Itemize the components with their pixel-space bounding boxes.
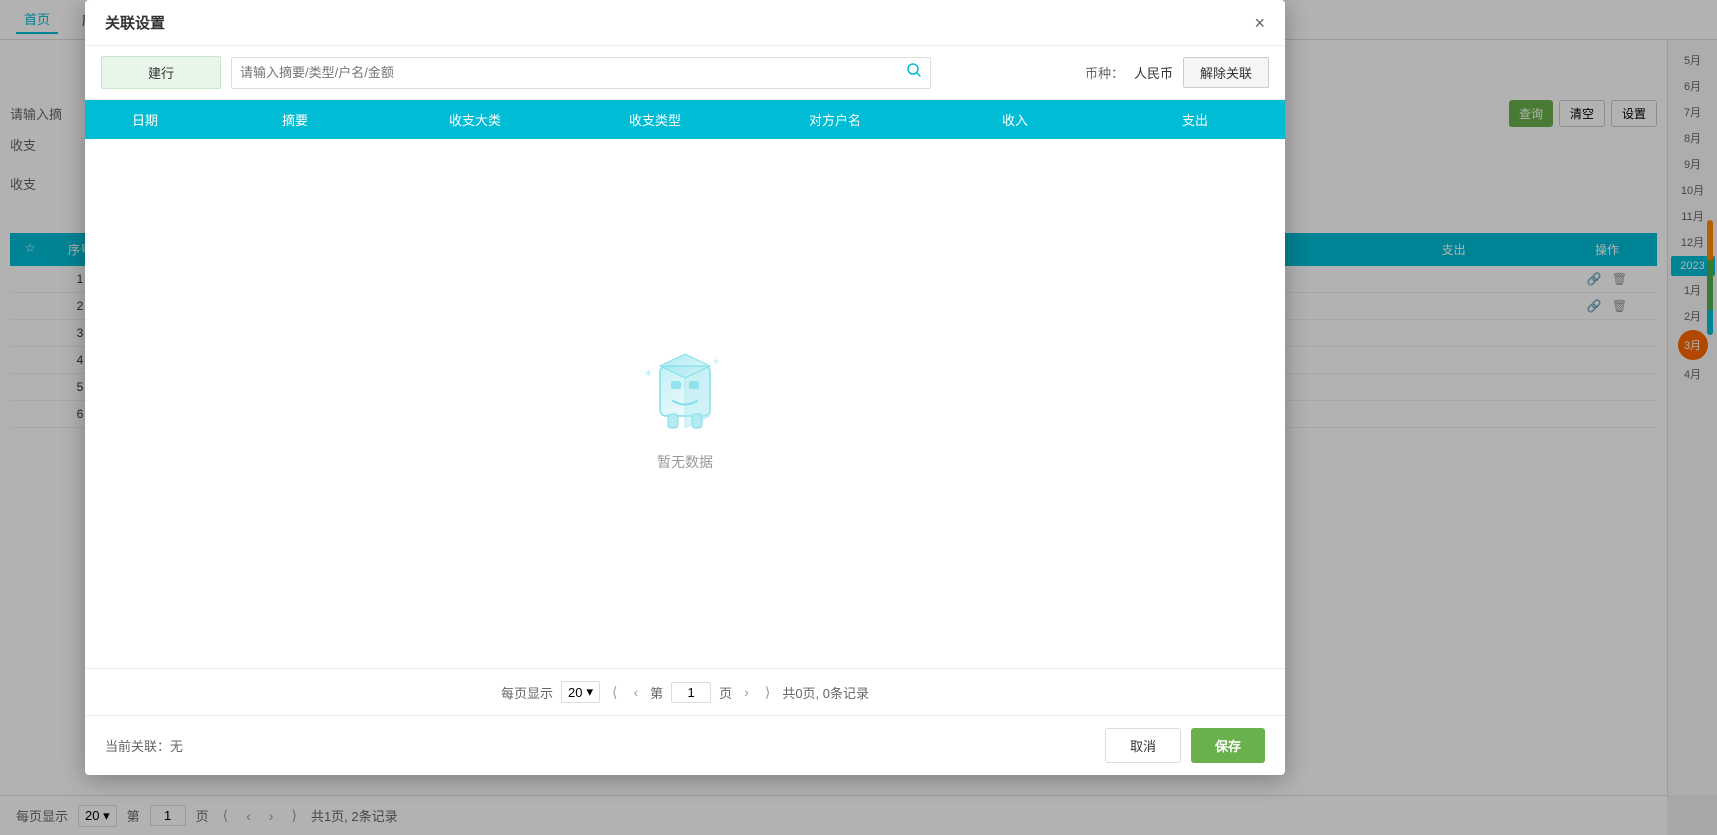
last-page-button[interactable]: ⟩ [761, 682, 774, 703]
modal-currency-value: 人民币 [1134, 63, 1173, 82]
page-label: 第 [650, 683, 663, 702]
col-expense: 支出 [1105, 100, 1285, 139]
col-summary: 摘要 [205, 100, 385, 139]
modal-table-body: ❄ ❄ 暂无数据 [85, 139, 1285, 668]
search-input-wrapper [231, 57, 931, 89]
cancel-button[interactable]: 取消 [1105, 728, 1181, 763]
empty-icon: ❄ ❄ [635, 336, 735, 436]
current-link-label: 当前关联：无 [105, 736, 183, 755]
modal-footer: 当前关联：无 取消 保存 [85, 715, 1285, 775]
modal-currency-label: 币种： [1085, 63, 1124, 82]
empty-state: ❄ ❄ 暂无数据 [635, 336, 735, 472]
svg-text:❄: ❄ [713, 358, 719, 366]
footer-buttons: 取消 保存 [1105, 728, 1265, 763]
svg-text:❄: ❄ [645, 369, 652, 378]
modal-header: 关联设置 × [85, 0, 1285, 46]
first-page-button[interactable]: ⟨ [608, 682, 621, 703]
col-income: 收入 [925, 100, 1105, 139]
next-page-button[interactable]: › [740, 682, 753, 702]
col-party: 对方户名 [745, 100, 925, 139]
page-total: 共0页, 0条记录 [782, 683, 869, 702]
modal-close-button[interactable]: × [1254, 14, 1265, 32]
unlink-button[interactable]: 解除关联 [1183, 57, 1269, 88]
bank-tab-ccb[interactable]: 建行 [101, 56, 221, 89]
modal-table-header: 日期 摘要 收支大类 收支类型 对方户名 收入 支出 [85, 100, 1285, 139]
col-category: 收支大类 [385, 100, 565, 139]
per-page-select[interactable]: 20 ▾ [561, 681, 600, 703]
modal-dialog: 关联设置 × 建行 币种： 人民币 解除关联 日期 摘要 [85, 0, 1285, 775]
col-type: 收支类型 [565, 100, 745, 139]
col-date: 日期 [85, 100, 205, 139]
page-number-input[interactable] [671, 682, 711, 703]
per-page-value: 20 [568, 685, 582, 700]
modal-search-row: 建行 币种： 人民币 解除关联 [85, 46, 1285, 100]
page-suffix: 页 [719, 683, 732, 702]
modal-title: 关联设置 [105, 12, 165, 33]
per-page-dropdown-icon: ▾ [586, 684, 593, 700]
per-page-label: 每页显示 [501, 683, 553, 702]
modal-body: 建行 币种： 人民币 解除关联 日期 摘要 收支大类 收支类型 对方户名 收 [85, 46, 1285, 715]
save-button[interactable]: 保存 [1191, 728, 1265, 763]
prev-page-button[interactable]: ‹ [629, 682, 642, 702]
modal-search-input[interactable] [240, 65, 906, 80]
empty-text: 暂无数据 [657, 452, 713, 472]
modal-pagination: 每页显示 20 ▾ ⟨ ‹ 第 页 › ⟩ 共0页, 0条记录 [85, 668, 1285, 715]
search-button[interactable] [906, 62, 922, 83]
